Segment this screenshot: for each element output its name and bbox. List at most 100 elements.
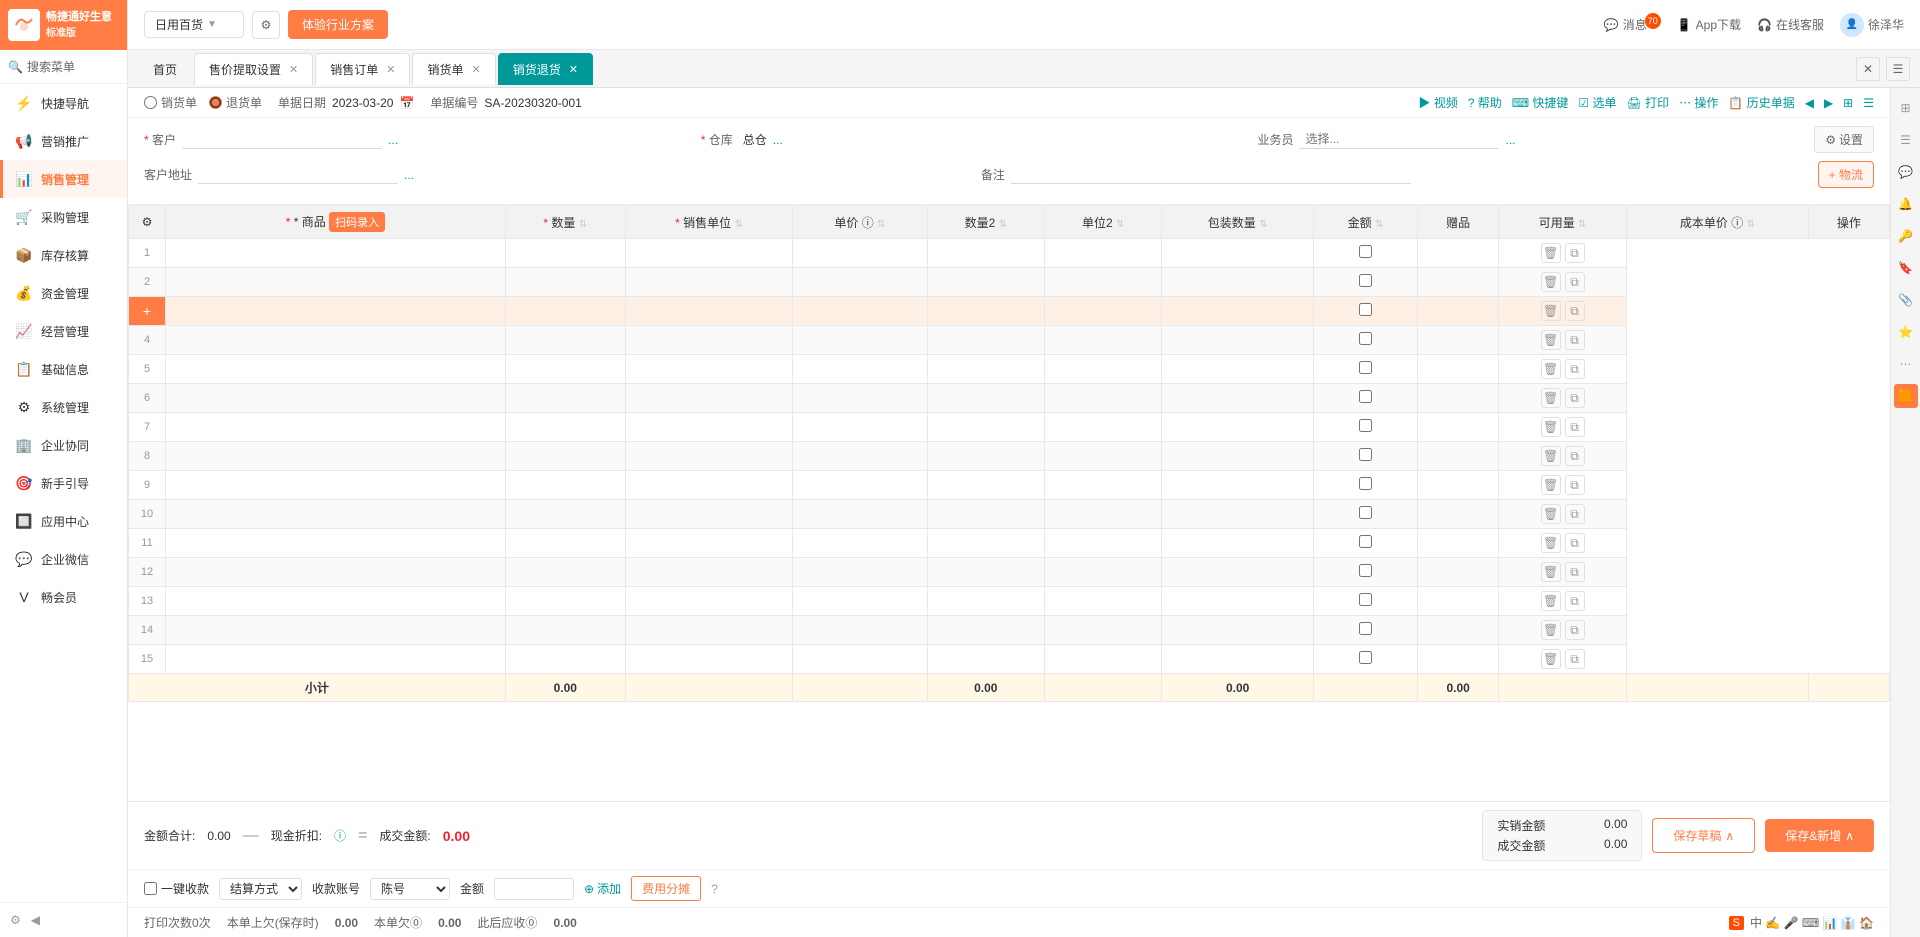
delete-row-button-7[interactable]: 🗑 bbox=[1541, 417, 1561, 437]
empty-cell[interactable] bbox=[625, 326, 792, 355]
gift-checkbox-8[interactable] bbox=[1313, 442, 1417, 471]
gift-checkbox-input-2[interactable] bbox=[1359, 274, 1372, 287]
empty-cell[interactable] bbox=[1418, 558, 1499, 587]
gift-checkbox-14[interactable] bbox=[1313, 616, 1417, 645]
copy-row-button-1[interactable]: ⧉ bbox=[1565, 243, 1585, 263]
sidebar-item-marketing[interactable]: 📢 营销推广 bbox=[0, 122, 127, 160]
gift-checkbox-9[interactable] bbox=[1313, 471, 1417, 500]
gift-checkbox-input-9[interactable] bbox=[1359, 477, 1372, 490]
empty-cell[interactable] bbox=[625, 268, 792, 297]
warehouse-select-button[interactable]: ... bbox=[773, 133, 783, 147]
gift-checkbox-13[interactable] bbox=[1313, 587, 1417, 616]
product-input-7[interactable] bbox=[174, 420, 497, 434]
gift-checkbox-input-7[interactable] bbox=[1359, 419, 1372, 432]
delete-row-button-14[interactable]: 🗑 bbox=[1541, 620, 1561, 640]
right-panel-btn-10[interactable]: 🟧 bbox=[1894, 384, 1918, 408]
empty-cell[interactable] bbox=[1418, 471, 1499, 500]
online-service-button[interactable]: 🎧 在线客服 bbox=[1757, 16, 1824, 33]
empty-cell[interactable] bbox=[1162, 326, 1314, 355]
add-logistics-button[interactable]: + 物流 bbox=[1818, 161, 1874, 188]
account-select[interactable]: 陈号 bbox=[370, 878, 450, 900]
tab-sales-order-close[interactable]: ✕ bbox=[386, 63, 395, 76]
gift-checkbox-2[interactable] bbox=[1313, 268, 1417, 297]
sidebar-item-basic[interactable]: 📋 基础信息 bbox=[0, 350, 127, 388]
quantity-sort-icon[interactable]: ⇅ bbox=[579, 219, 587, 230]
product-cell-1[interactable] bbox=[166, 239, 506, 268]
empty-cell[interactable] bbox=[505, 529, 625, 558]
empty-cell[interactable] bbox=[1044, 413, 1161, 442]
empty-cell[interactable] bbox=[1044, 471, 1161, 500]
empty-cell[interactable] bbox=[927, 413, 1044, 442]
delete-row-button-11[interactable]: 🗑 bbox=[1541, 533, 1561, 553]
tab-menu-button[interactable]: ☰ bbox=[1886, 57, 1910, 81]
gift-checkbox-input-6[interactable] bbox=[1359, 390, 1372, 403]
product-input-14[interactable] bbox=[174, 623, 497, 637]
empty-cell[interactable] bbox=[1162, 645, 1314, 674]
empty-cell[interactable] bbox=[1044, 558, 1161, 587]
empty-cell[interactable] bbox=[505, 558, 625, 587]
sidebar-item-app-center[interactable]: 🔲 应用中心 bbox=[0, 502, 127, 540]
right-panel-btn-8[interactable]: ⭐ bbox=[1894, 320, 1918, 344]
product-input-15[interactable] bbox=[174, 652, 497, 666]
product-input-11[interactable] bbox=[174, 536, 497, 550]
product-input-10[interactable] bbox=[174, 507, 497, 521]
gift-checkbox-input-11[interactable] bbox=[1359, 535, 1372, 548]
delete-row-button-1[interactable]: 🗑 bbox=[1541, 243, 1561, 263]
shortcut-action[interactable]: ⌨ 快捷键 bbox=[1512, 94, 1569, 111]
empty-cell[interactable] bbox=[505, 587, 625, 616]
sidebar-item-purchase[interactable]: 🛒 采购管理 bbox=[0, 198, 127, 236]
delete-row-button-10[interactable]: 🗑 bbox=[1541, 504, 1561, 524]
save-new-button[interactable]: 保存&新增 ∧ bbox=[1765, 819, 1874, 852]
empty-cell[interactable] bbox=[625, 500, 792, 529]
product-cell-13[interactable] bbox=[166, 587, 506, 616]
empty-cell[interactable] bbox=[1418, 529, 1499, 558]
empty-cell[interactable] bbox=[625, 645, 792, 674]
empty-cell[interactable] bbox=[927, 326, 1044, 355]
empty-cell[interactable] bbox=[793, 616, 927, 645]
empty-cell[interactable] bbox=[793, 500, 927, 529]
history-action[interactable]: 📋 历史单据 bbox=[1728, 94, 1794, 111]
delete-row-button-13[interactable]: 🗑 bbox=[1541, 591, 1561, 611]
empty-cell[interactable] bbox=[927, 297, 1044, 326]
print-action[interactable]: 🖨 打印 bbox=[1627, 94, 1670, 111]
tab-sales-order[interactable]: 销售订单 ✕ bbox=[315, 53, 410, 85]
available-sort-icon[interactable]: ⇅ bbox=[1578, 219, 1586, 230]
unit-price-sort-icon[interactable]: ⇅ bbox=[877, 219, 885, 230]
empty-cell[interactable] bbox=[1418, 500, 1499, 529]
cost-allocation-button[interactable]: 费用分摊 bbox=[631, 876, 701, 901]
empty-cell[interactable] bbox=[505, 326, 625, 355]
gift-checkbox-input-1[interactable] bbox=[1359, 245, 1372, 258]
empty-cell[interactable] bbox=[793, 326, 927, 355]
right-panel-btn-3[interactable]: 💬 bbox=[1894, 160, 1918, 184]
empty-cell[interactable] bbox=[927, 616, 1044, 645]
delete-row-button-8[interactable]: 🗑 bbox=[1541, 446, 1561, 466]
pack-qty-sort-icon[interactable]: ⇅ bbox=[1259, 219, 1267, 230]
empty-cell[interactable] bbox=[625, 587, 792, 616]
empty-cell[interactable] bbox=[505, 384, 625, 413]
tab-sales-delivery[interactable]: 销货单 ✕ bbox=[412, 53, 495, 85]
product-input-5[interactable] bbox=[174, 362, 497, 376]
empty-cell[interactable] bbox=[625, 355, 792, 384]
empty-cell[interactable] bbox=[1418, 413, 1499, 442]
gift-checkbox-15[interactable] bbox=[1313, 645, 1417, 674]
gift-checkbox-input-10[interactable] bbox=[1359, 506, 1372, 519]
empty-cell[interactable] bbox=[927, 500, 1044, 529]
empty-cell[interactable] bbox=[1162, 297, 1314, 326]
right-panel-btn-1[interactable]: ⊞ bbox=[1894, 96, 1918, 120]
copy-row-button-11[interactable]: ⧉ bbox=[1565, 533, 1585, 553]
product-input-1[interactable] bbox=[174, 246, 497, 260]
tab-home[interactable]: 首页 bbox=[138, 53, 192, 85]
empty-cell[interactable] bbox=[1418, 587, 1499, 616]
empty-cell[interactable] bbox=[505, 500, 625, 529]
empty-cell[interactable] bbox=[793, 239, 927, 268]
scan-button[interactable]: 扫码录入 bbox=[329, 212, 385, 232]
product-input-12[interactable] bbox=[174, 565, 497, 579]
salesman-input[interactable] bbox=[1299, 130, 1499, 149]
gift-checkbox-input-4[interactable] bbox=[1359, 332, 1372, 345]
product-cell-11[interactable] bbox=[166, 529, 506, 558]
topbar-gear-button[interactable]: ⚙ bbox=[252, 11, 280, 39]
product-cell-14[interactable] bbox=[166, 616, 506, 645]
delete-row-button-6[interactable]: 🗑 bbox=[1541, 388, 1561, 408]
copy-row-button-6[interactable]: ⧉ bbox=[1565, 388, 1585, 408]
allocation-help-icon[interactable]: ? bbox=[711, 882, 718, 896]
